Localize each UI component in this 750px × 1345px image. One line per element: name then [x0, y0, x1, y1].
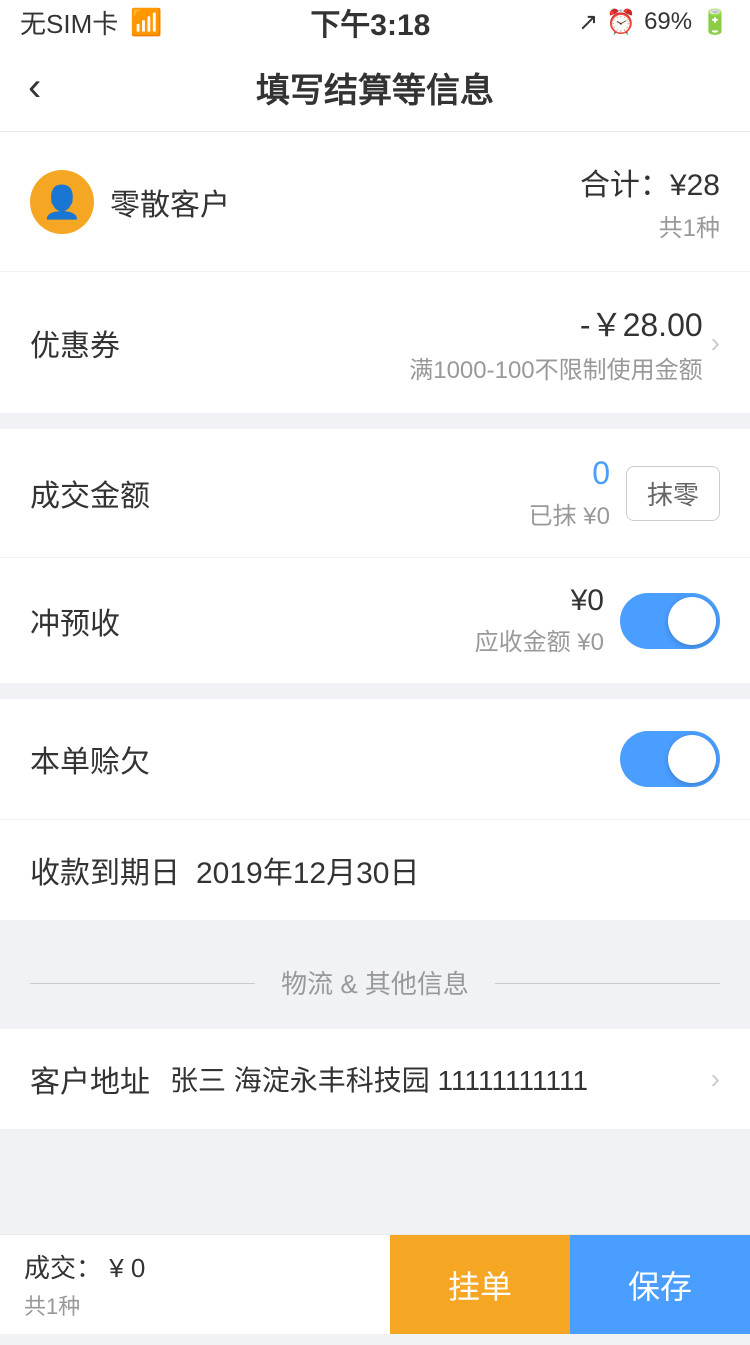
customer-total: 合计：¥28 共1种 — [580, 160, 720, 243]
status-bar: 无SIM卡 📶 下午3:18 ↗ ⏰ 69% 🔋 — [0, 0, 750, 44]
pre-receive-sub: 应收金额 ¥0 — [475, 622, 604, 657]
bottom-bar: 成交： ¥ 0 共1种 挂单 保存 — [0, 1234, 750, 1334]
debt-section: 本单赊欠 收款到期日 2019年12月30日 — [0, 699, 750, 920]
deal-amount-label: 成交金额 — [30, 471, 150, 515]
total-amount: 合计：¥28 — [580, 160, 720, 204]
status-right: ↗ ⏰ 69% 🔋 — [578, 8, 730, 37]
address-section: 客户地址 张三 海淀永丰科技园 11111111111 › — [0, 1029, 750, 1129]
coupon-desc: 满1000-100不限制使用金额 — [409, 350, 702, 385]
debt-toggle-knob — [668, 735, 716, 783]
toggle-knob — [668, 597, 716, 645]
save-button[interactable]: 保存 — [570, 1235, 750, 1334]
debt-row: 本单赊欠 — [0, 699, 750, 819]
coupon-label: 优惠券 — [30, 321, 120, 365]
debt-toggle[interactable] — [620, 731, 720, 787]
pre-receive-label: 冲预收 — [30, 599, 120, 643]
bottom-summary: 成交： ¥ 0 共1种 — [0, 1235, 390, 1334]
back-button[interactable]: ‹ — [28, 65, 41, 110]
bottom-total-label: 成交： ¥ 0 — [24, 1248, 366, 1285]
address-value: 张三 海淀永丰科技园 11111111111 — [170, 1059, 711, 1099]
deal-amount-row: 成交金额 0 已抹 ¥0 抹零 — [0, 429, 750, 558]
address-chevron-icon: › — [711, 1063, 720, 1095]
location-icon: ↗ — [578, 8, 598, 37]
debt-label: 本单赊欠 — [30, 737, 150, 781]
address-row[interactable]: 客户地址 张三 海淀永丰科技园 11111111111 › — [0, 1029, 750, 1129]
pre-receive-right-container: ¥0 应收金额 ¥0 — [475, 584, 720, 657]
alarm-icon: ⏰ — [606, 8, 636, 37]
round-zero-sub: 已抹 ¥0 — [529, 496, 610, 531]
pre-receive-toggle[interactable] — [620, 593, 720, 649]
carrier-text: 无SIM卡 — [20, 4, 118, 41]
status-left: 无SIM卡 📶 — [20, 4, 163, 41]
customer-row: 👤 零散客户 合计：¥28 共1种 — [0, 132, 750, 271]
customer-section: 👤 零散客户 合计：¥28 共1种 优惠券 -￥28.00 满1000-100不… — [0, 132, 750, 413]
bottom-total-count: 共1种 — [24, 1289, 366, 1321]
round-zero-button[interactable]: 抹零 — [626, 466, 720, 521]
hold-button[interactable]: 挂单 — [390, 1235, 570, 1334]
battery-text: 69% — [644, 8, 692, 36]
coupon-info: -￥28.00 满1000-100不限制使用金额 — [409, 300, 702, 385]
coupon-discount: -￥28.00 — [409, 300, 702, 346]
customer-info: 👤 零散客户 — [30, 170, 230, 234]
pre-receive-info: ¥0 应收金额 ¥0 — [475, 584, 604, 657]
pre-receive-amount: ¥0 — [475, 584, 604, 618]
chevron-right-icon: › — [711, 327, 720, 359]
coupon-right: -￥28.00 满1000-100不限制使用金额 › — [409, 300, 720, 385]
avatar-icon: 👤 — [42, 183, 82, 221]
avatar: 👤 — [30, 170, 94, 234]
address-label: 客户地址 — [30, 1057, 150, 1101]
status-time: 下午3:18 — [310, 0, 430, 44]
logistics-header: 物流 & 其他信息 — [0, 936, 750, 1029]
due-date-row[interactable]: 收款到期日 2019年12月30日 — [0, 819, 750, 920]
nav-bar: ‹ 填写结算等信息 — [0, 44, 750, 132]
customer-name: 零散客户 — [110, 180, 230, 224]
battery-icon: 🔋 — [700, 8, 730, 37]
page-title: 填写结算等信息 — [256, 63, 494, 112]
pre-receive-row: 冲预收 ¥0 应收金额 ¥0 — [0, 558, 750, 683]
total-count: 共1种 — [580, 208, 720, 243]
deal-section: 成交金额 0 已抹 ¥0 抹零 冲预收 ¥0 应收金额 ¥0 — [0, 429, 750, 683]
wifi-icon: 📶 — [130, 7, 162, 38]
logistics-title: 物流 & 其他信息 — [265, 964, 485, 1001]
deal-amount-value[interactable]: 0 — [529, 455, 610, 492]
deal-amount-right: 0 已抹 ¥0 抹零 — [529, 455, 720, 531]
amount-detail: 0 已抹 ¥0 — [529, 455, 610, 531]
due-date-label: 收款到期日 — [30, 848, 180, 892]
due-date-value: 2019年12月30日 — [196, 848, 419, 892]
coupon-row[interactable]: 优惠券 -￥28.00 满1000-100不限制使用金额 › — [0, 271, 750, 413]
